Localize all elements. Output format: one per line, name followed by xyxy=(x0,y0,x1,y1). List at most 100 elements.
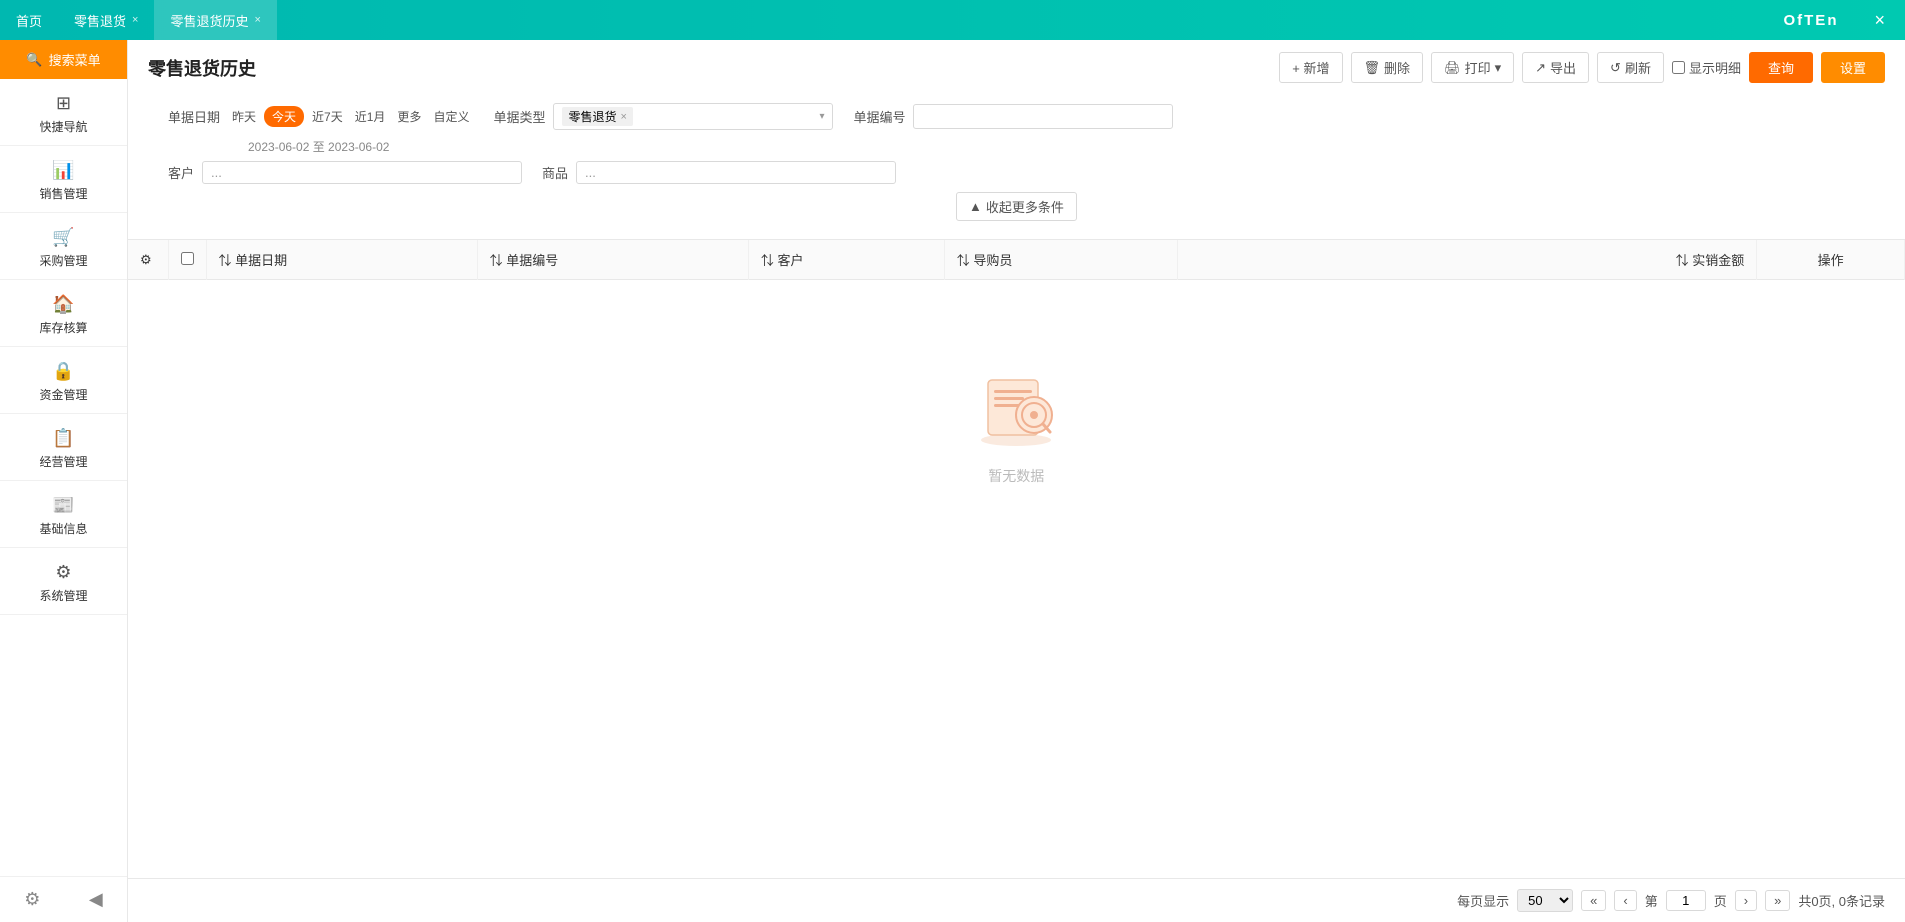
print-icon: 🖨 xyxy=(1444,60,1461,76)
search-icon: 🔍 xyxy=(26,52,42,68)
date-btn-today[interactable]: 今天 xyxy=(264,106,304,127)
th-doc-date[interactable]: ⇅ 单据日期 xyxy=(206,240,477,280)
doc-no-input[interactable] xyxy=(913,104,1173,129)
query-button[interactable]: 查询 xyxy=(1749,52,1813,83)
doc-type-tag-close[interactable]: × xyxy=(620,111,626,123)
th-actions-label: 操作 xyxy=(1818,253,1844,268)
sidebar-item-system-label: 系统管理 xyxy=(39,587,87,604)
sidebar: 🔍 搜索菜单 ⊞ 快捷导航 📊 销售管理 🛒 采购管理 🏠 库存核算 🔒 资金管… xyxy=(0,40,128,922)
page-input[interactable]: 1 xyxy=(1666,890,1706,911)
th-doc-date-label: 单据日期 xyxy=(235,253,287,268)
topbar: 首页 零售退货 × 零售退货历史 × OfTEn × xyxy=(0,0,1905,40)
pagination-bar: 每页显示 50 10 20 100 « ‹ 第 1 页 › » 共0页, 0条记… xyxy=(128,878,1905,922)
collapse-sidebar-icon[interactable]: ◀ xyxy=(89,889,103,910)
goods-dots: ... xyxy=(585,165,596,180)
prev-page-btn[interactable]: ‹ xyxy=(1614,890,1636,911)
date-btn-more[interactable]: 更多 xyxy=(393,106,425,127)
goods-filter-group: 商品 ... xyxy=(542,161,896,184)
next-page-btn[interactable]: › xyxy=(1735,890,1757,911)
doc-type-filter-group: 单据类型 零售退货 × ▾ xyxy=(493,103,833,130)
date-btn-custom[interactable]: 自定义 xyxy=(429,106,473,127)
inventory-icon: 🏠 xyxy=(52,294,74,315)
filter-row-1: 单据日期 昨天 今天 近7天 近1月 更多 自定义 单据类型 xyxy=(168,103,1865,130)
display-detail-input[interactable] xyxy=(1672,61,1685,74)
date-filter-group: 单据日期 昨天 今天 近7天 近1月 更多 自定义 xyxy=(168,106,473,127)
th-guide-label: 导购员 xyxy=(973,253,1012,268)
goods-label: 商品 xyxy=(542,163,568,182)
goods-input[interactable]: ... xyxy=(576,161,896,184)
tab-home[interactable]: 首页 xyxy=(0,0,58,40)
window-close-button[interactable]: × xyxy=(1866,10,1893,31)
date-btn-1month[interactable]: 近1月 xyxy=(351,106,390,127)
date-range-display: 2023-06-02 至 2023-06-02 xyxy=(248,138,1865,155)
tab-retail-return-close[interactable]: × xyxy=(132,14,138,26)
th-guide[interactable]: ⇅ 导购员 xyxy=(944,240,1178,280)
doc-type-dropdown[interactable]: 零售退货 × ▾ xyxy=(553,103,833,130)
display-detail-checkbox[interactable]: 显示明细 xyxy=(1672,58,1741,77)
settings-button[interactable]: 设置 xyxy=(1821,52,1885,83)
table-header: ⚙ ⇅ 单据日期 ⇅ 单据编号 ⇅ xyxy=(128,240,1905,280)
doc-type-label: 单据类型 xyxy=(493,107,545,126)
sidebar-item-quick-nav-label: 快捷导航 xyxy=(39,118,87,135)
settings-bottom-icon[interactable]: ⚙ xyxy=(24,889,40,910)
refresh-button[interactable]: ↺ 刷新 xyxy=(1597,52,1664,83)
collapse-filter-btn[interactable]: ▲ 收起更多条件 xyxy=(956,192,1077,221)
per-page-label: 每页显示 xyxy=(1457,891,1509,910)
page-header: 零售退货历史 + 新增 🗑 删除 🖨 打印 ▾ ↗ 导出 xyxy=(128,40,1905,240)
export-button[interactable]: ↗ 导出 xyxy=(1522,52,1589,83)
system-icon: ⚙ xyxy=(55,562,71,583)
sidebar-item-purchase[interactable]: 🛒 采购管理 xyxy=(0,213,127,280)
tab-retail-return-label: 零售退货 xyxy=(74,11,126,30)
sales-icon: 📊 xyxy=(52,160,74,181)
print-button[interactable]: 🖨 打印 ▾ xyxy=(1431,52,1514,83)
filter-area: 单据日期 昨天 今天 近7天 近1月 更多 自定义 单据类型 xyxy=(148,93,1885,239)
per-page-select[interactable]: 50 10 20 100 xyxy=(1517,889,1573,912)
th-customer[interactable]: ⇅ 客户 xyxy=(748,240,944,280)
sidebar-item-quick-nav[interactable]: ⊞ 快捷导航 xyxy=(0,79,127,146)
select-all-checkbox[interactable] xyxy=(181,252,194,265)
th-doc-no[interactable]: ⇅ 单据编号 xyxy=(477,240,748,280)
sidebar-item-basic-info[interactable]: 📰 基础信息 xyxy=(0,481,127,548)
sidebar-item-inventory[interactable]: 🏠 库存核算 xyxy=(0,280,127,347)
last-page-btn[interactable]: » xyxy=(1765,890,1790,911)
page-actions: + 新增 🗑 删除 🖨 打印 ▾ ↗ 导出 ↺ xyxy=(1279,52,1885,83)
collapse-label: 收起更多条件 xyxy=(986,197,1064,216)
tab-home-label: 首页 xyxy=(16,11,42,30)
finance-icon: 🔒 xyxy=(52,361,74,382)
topbar-right: OfTEn × xyxy=(1763,10,1905,31)
sidebar-item-operations[interactable]: 📋 经营管理 xyxy=(0,414,127,481)
first-page-btn[interactable]: « xyxy=(1581,890,1606,911)
date-filter-btns: 昨天 今天 近7天 近1月 更多 自定义 xyxy=(228,106,473,127)
refresh-icon: ↺ xyxy=(1610,60,1621,76)
sidebar-item-system[interactable]: ⚙ 系统管理 xyxy=(0,548,127,615)
empty-state: 暂无数据 xyxy=(128,280,1905,566)
operations-icon: 📋 xyxy=(52,428,74,449)
th-amount-label: 实销金额 xyxy=(1692,253,1744,268)
table-body: 暂无数据 xyxy=(128,280,1905,567)
th-settings[interactable]: ⚙ xyxy=(128,240,168,280)
th-checkbox[interactable] xyxy=(168,240,206,280)
customer-input[interactable]: ... xyxy=(202,161,522,184)
table-container: ⚙ ⇅ 单据日期 ⇅ 单据编号 ⇅ xyxy=(128,240,1905,878)
sidebar-item-finance[interactable]: 🔒 资金管理 xyxy=(0,347,127,414)
sidebar-item-inventory-label: 库存核算 xyxy=(39,319,87,336)
sidebar-bottom: ⚙ ◀ xyxy=(0,876,127,922)
tab-retail-return[interactable]: 零售退货 × xyxy=(58,0,154,40)
sidebar-search-label: 搜索菜单 xyxy=(49,50,101,69)
date-btn-yesterday[interactable]: 昨天 xyxy=(228,106,260,127)
delete-icon: 🗑 xyxy=(1364,60,1381,76)
page-title: 零售退货历史 xyxy=(148,55,256,81)
new-button[interactable]: + 新增 xyxy=(1279,52,1342,83)
sidebar-search[interactable]: 🔍 搜索菜单 xyxy=(0,40,127,79)
empty-illustration xyxy=(966,360,1066,450)
date-filter-label: 单据日期 xyxy=(168,107,220,126)
delete-button[interactable]: 🗑 删除 xyxy=(1351,52,1424,83)
basic-info-icon: 📰 xyxy=(52,495,74,516)
purchase-icon: 🛒 xyxy=(52,227,74,248)
th-amount[interactable]: ⇅ 实销金额 xyxy=(1178,240,1757,280)
date-btn-7days[interactable]: 近7天 xyxy=(308,106,347,127)
data-table: ⚙ ⇅ 单据日期 ⇅ 单据编号 ⇅ xyxy=(128,240,1905,566)
tab-retail-return-history[interactable]: 零售退货历史 × xyxy=(154,0,276,40)
sidebar-item-sales[interactable]: 📊 销售管理 xyxy=(0,146,127,213)
tab-retail-return-history-close[interactable]: × xyxy=(254,14,260,26)
